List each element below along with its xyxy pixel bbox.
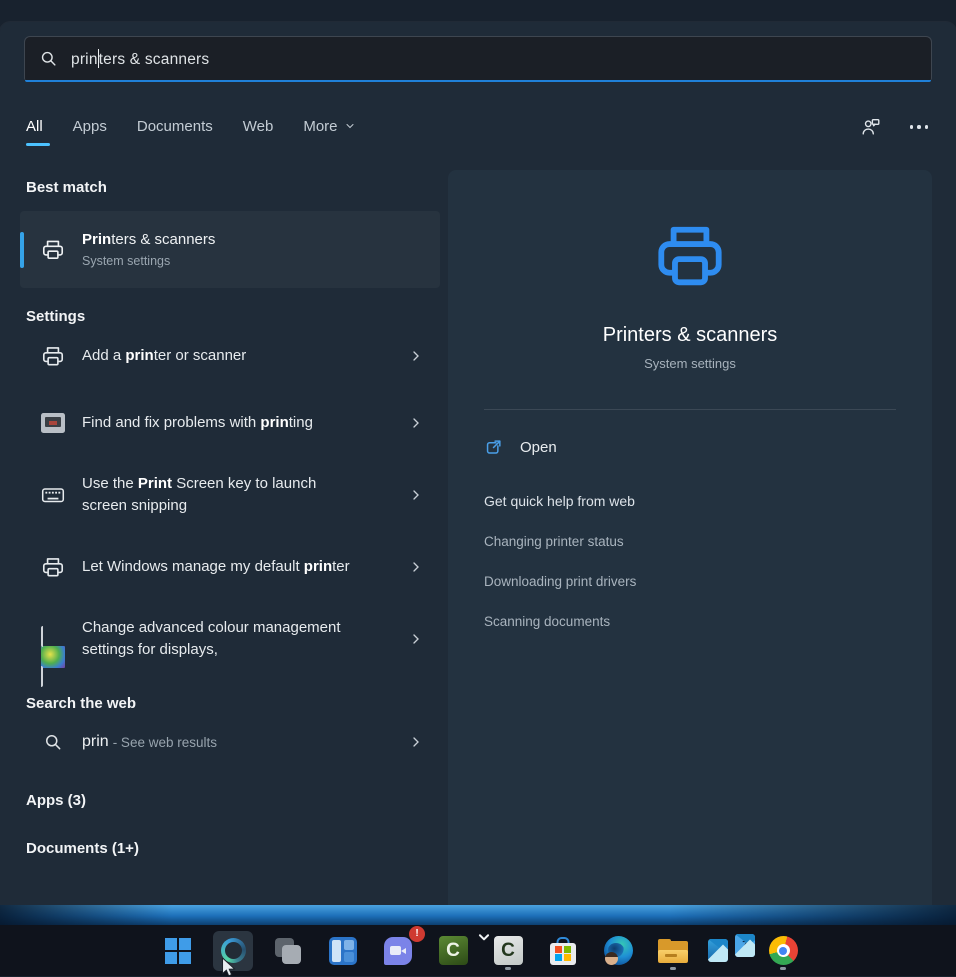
taskbar-search-button[interactable] — [213, 930, 253, 976]
printer-icon — [42, 558, 64, 577]
result-colour-management[interactable]: Change advanced colour management settin… — [20, 603, 440, 687]
result-label: Let Windows manage my default printer — [82, 558, 350, 576]
preview-subtitle: System settings — [644, 356, 736, 371]
open-action[interactable]: Open — [484, 438, 896, 457]
mail-icon — [708, 939, 728, 962]
printer-icon — [42, 347, 64, 366]
start-button[interactable] — [158, 931, 198, 971]
best-match-header: Best match — [26, 179, 107, 196]
running-indicator — [505, 966, 511, 970]
result-label: Add a printer or scanner — [82, 347, 247, 365]
help-link-print-drivers[interactable]: Downloading print drivers — [484, 574, 896, 589]
quick-help-header: Get quick help from web — [484, 493, 635, 509]
selection-accent-bar — [20, 231, 24, 268]
chevron-right-icon — [413, 418, 419, 428]
printer-icon — [658, 226, 722, 286]
result-label: Find and fix problems with printing — [82, 414, 313, 432]
tab-web[interactable]: Web — [243, 118, 274, 137]
tab-more[interactable]: More — [303, 118, 355, 137]
mouse-cursor-icon — [222, 957, 236, 976]
tab-all[interactable]: All — [26, 118, 50, 146]
search-results-list: Best match Printers & scanners System se… — [20, 170, 440, 905]
search-flyout-panel: printers & scanners All Apps Documents W… — [0, 22, 956, 905]
recorder-icon: C — [493, 936, 523, 965]
camtasia-recorder-button[interactable]: C — [478, 931, 528, 971]
open-label: Open — [520, 439, 557, 456]
open-external-icon — [486, 440, 501, 454]
search-input[interactable]: printers & scanners — [24, 36, 932, 82]
apps-group-header[interactable]: Apps (3) — [20, 792, 440, 809]
help-link-scanning[interactable]: Scanning documents — [484, 614, 896, 629]
chevron-right-icon — [413, 634, 419, 644]
running-indicator — [670, 966, 676, 970]
edge-button[interactable] — [598, 931, 638, 971]
result-default-printer[interactable]: Let Windows manage my default printer — [20, 531, 440, 603]
display-colour-icon — [41, 626, 65, 687]
chrome-icon — [768, 936, 798, 965]
feedback-account-icon[interactable] — [860, 116, 882, 138]
microsoft-store-button[interactable] — [543, 931, 583, 971]
chevron-right-icon — [413, 737, 419, 747]
mail-badge: 7 — [735, 934, 755, 957]
search-web-header: Search the web — [26, 695, 137, 712]
chevron-down-icon — [478, 933, 490, 940]
store-icon — [550, 936, 576, 965]
windows-logo-icon — [165, 937, 191, 964]
widgets-icon — [329, 936, 357, 965]
result-label: Use the Print Screen key to launch scree… — [82, 475, 317, 514]
running-indicator — [780, 966, 786, 970]
chevron-right-icon — [413, 490, 419, 500]
help-link-printer-status[interactable]: Changing printer status — [484, 534, 896, 549]
chevron-right-icon — [413, 351, 419, 361]
preview-pane: Printers & scanners System settings Open… — [448, 170, 932, 905]
camtasia-button[interactable]: C — [433, 931, 473, 971]
web-query-text: prin — [82, 733, 109, 750]
search-query-text: printers & scanners — [71, 48, 210, 68]
search-icon — [46, 735, 61, 750]
tab-apps[interactable]: Apps — [73, 118, 107, 137]
result-web-search[interactable]: prin - See web results — [20, 718, 440, 766]
notification-badge: ! — [409, 925, 425, 942]
keyboard-icon — [41, 488, 65, 503]
taskbar: ! C C 7 — [0, 925, 956, 976]
best-match-result[interactable]: Printers & scanners System settings — [20, 211, 440, 288]
task-view-button[interactable] — [268, 931, 308, 971]
printer-troubleshoot-icon — [41, 413, 65, 433]
result-add-printer[interactable]: Add a printer or scanner — [20, 325, 440, 387]
documents-group-header[interactable]: Documents (1+) — [20, 840, 440, 857]
chat-icon — [384, 936, 412, 965]
best-match-title: Printers & scanners — [82, 231, 216, 249]
chrome-button[interactable] — [763, 931, 803, 971]
result-fix-printing[interactable]: Find and fix problems with printing — [20, 387, 440, 459]
file-explorer-icon — [658, 938, 688, 963]
preview-title: Printers & scanners — [602, 324, 778, 346]
best-match-subtitle: System settings — [82, 253, 171, 268]
file-explorer-button[interactable] — [653, 931, 693, 971]
camtasia-icon: C — [438, 936, 468, 965]
printer-icon — [42, 240, 64, 259]
chevron-right-icon — [413, 562, 419, 572]
widgets-button[interactable] — [323, 931, 363, 971]
tab-documents[interactable]: Documents — [137, 118, 213, 137]
chat-app-button[interactable]: ! — [378, 925, 425, 971]
more-options-icon[interactable] — [908, 121, 931, 133]
profile-avatar — [604, 952, 618, 965]
chevron-down-icon — [346, 124, 354, 129]
search-filter-tabs: All Apps Documents Web More — [26, 108, 930, 146]
mail-button[interactable]: 7 — [708, 931, 755, 971]
settings-header: Settings — [26, 308, 86, 325]
desktop-wallpaper — [0, 905, 956, 925]
web-results-hint: - See web results — [112, 734, 217, 750]
search-icon — [41, 51, 56, 66]
result-print-screen[interactable]: Use the Print Screen key to launch scree… — [20, 459, 440, 531]
edge-icon — [603, 936, 633, 965]
task-view-icon — [274, 937, 302, 965]
result-label: Change advanced colour management settin… — [82, 619, 341, 658]
